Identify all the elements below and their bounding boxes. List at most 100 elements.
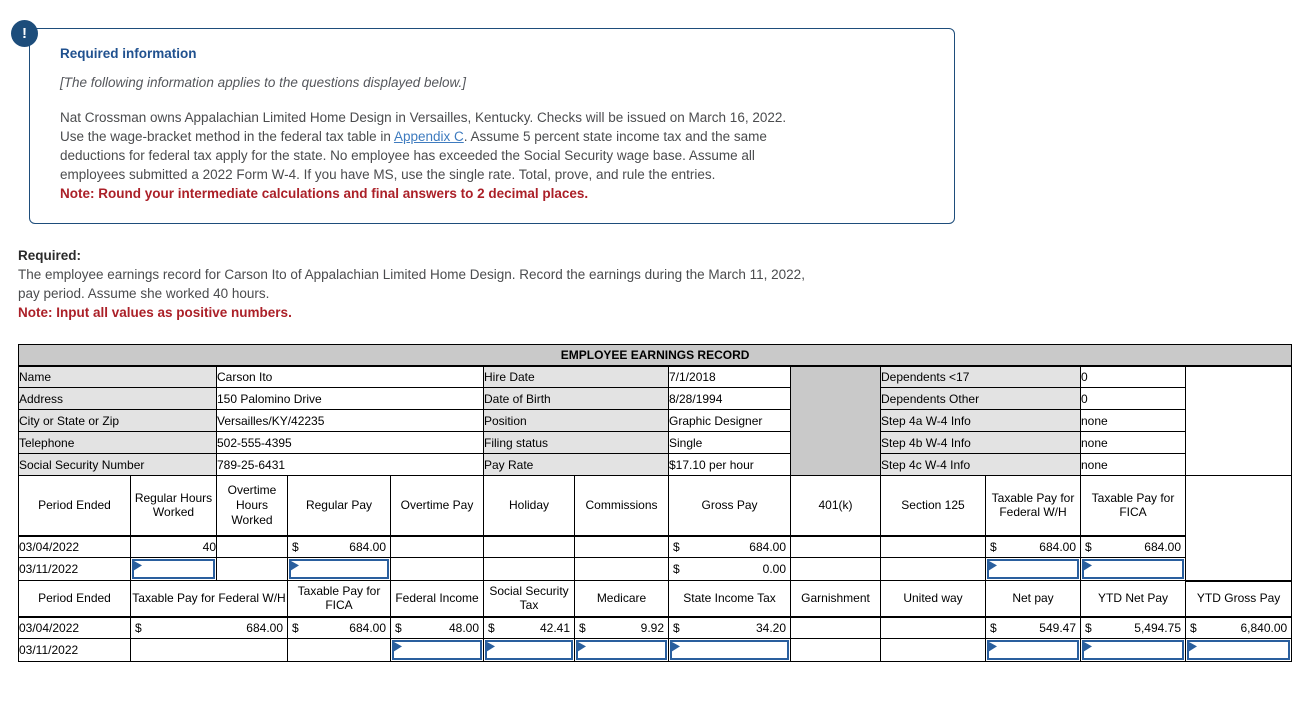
input-cell[interactable] [1080, 638, 1186, 662]
empty-cell [880, 557, 986, 581]
required-label: Required: [18, 248, 82, 263]
amount-value: 684.00 [349, 539, 386, 554]
panel-title: Required information [60, 46, 197, 61]
input-cell[interactable] [985, 638, 1081, 662]
amount-cell: $684.00 [130, 616, 288, 639]
table-row: Telephone 502-555-4395 Filing status Single… [18, 431, 1292, 454]
column-header: Taxable Pay for Federal W/H [130, 580, 288, 618]
field-label: Pay Rate [483, 453, 669, 476]
currency-symbol: $ [990, 539, 997, 554]
amount-value: 684.00 [749, 539, 786, 554]
input-cell[interactable] [668, 638, 791, 662]
paragraph-text: Use the wage-bracket method in the feder… [60, 129, 394, 144]
empty-cell [790, 557, 881, 581]
input-box[interactable] [132, 559, 215, 579]
field-value: Graphic Designer [668, 409, 791, 432]
table-title-row: EMPLOYEE EARNINGS RECORD [17, 344, 1293, 367]
input-box[interactable] [1082, 559, 1184, 579]
input-cell[interactable] [985, 557, 1081, 581]
input-cell[interactable] [130, 557, 217, 581]
note-text: Note: Input all values as positive numbe… [18, 305, 292, 320]
table-row: Period Ended Taxable Pay for Federal W/H T… [18, 580, 1293, 618]
column-header: Social Security Tax [483, 580, 575, 618]
table-row: 03/11/2022 [18, 638, 1293, 662]
field-value: Versailles/KY/42235 [216, 409, 484, 432]
input-box[interactable] [670, 640, 789, 660]
field-label: Step 4b W-4 Info [880, 431, 1081, 454]
panel-subtitle: [The following information applies to th… [60, 75, 466, 90]
alert-icon: ! [11, 20, 38, 47]
input-box[interactable] [392, 640, 482, 660]
input-box[interactable] [485, 640, 573, 660]
empty-cell [880, 616, 986, 639]
input-cell[interactable] [287, 557, 391, 581]
empty-cell [390, 557, 484, 581]
paragraph-line: Use the wage-bracket method in the feder… [60, 127, 924, 146]
note-text: Note: Round your intermediate calculatio… [60, 186, 589, 201]
field-value: 7/1/2018 [668, 365, 791, 388]
input-cell[interactable] [1184, 638, 1293, 662]
input-flag-icon [394, 642, 402, 652]
field-value: none [1080, 409, 1186, 432]
input-box[interactable] [289, 559, 389, 579]
column-header: Section 125 [880, 475, 986, 537]
empty-cell [287, 638, 391, 662]
column-header: 401(k) [790, 475, 881, 537]
field-label: Step 4a W-4 Info [880, 409, 1081, 432]
table-row: Address 150 Palomino Drive Date of Birth 8/… [18, 387, 1292, 410]
empty-cell [483, 535, 575, 558]
empty-cell [880, 535, 986, 558]
field-value: none [1080, 431, 1186, 454]
amount-cell: $48.00 [390, 616, 484, 639]
currency-symbol: $ [673, 562, 680, 576]
input-box[interactable] [987, 559, 1079, 579]
amount-cell: $684.00 [287, 616, 391, 639]
appendix-link[interactable]: Appendix C [394, 129, 464, 144]
input-flag-icon [1189, 642, 1197, 652]
input-box[interactable] [1082, 640, 1184, 660]
column-header: Net pay [985, 580, 1081, 618]
field-label: Dependents Other [880, 387, 1081, 410]
empty-cell [1184, 365, 1293, 476]
amount-cell: $42.41 [483, 616, 575, 639]
table-row: Name Carson Ito Hire Date 7/1/2018 Dependent… [18, 365, 1293, 476]
input-cell[interactable] [574, 638, 669, 662]
input-box[interactable] [576, 640, 667, 660]
table-row: 03/11/2022 $0.00 [18, 557, 1292, 581]
amount-value: 48.00 [448, 620, 479, 635]
period-date-cell: 03/04/2022 [18, 535, 131, 558]
table-row: City or State or Zip Versailles/KY/42235 P… [18, 409, 1292, 432]
input-flag-icon [1084, 642, 1092, 652]
panel-paragraph: Nat Crossman owns Appalachian Limited Ho… [60, 108, 924, 203]
input-cell[interactable] [483, 638, 575, 662]
input-cell[interactable] [1080, 557, 1186, 581]
column-header: Federal Income [390, 580, 484, 618]
currency-symbol: $ [990, 620, 997, 635]
empty-cell [483, 557, 575, 581]
required-block: Required: The employee earnings record f… [18, 246, 1313, 322]
paragraph-line: employees submitted a 2022 Form W-4. If … [60, 167, 716, 182]
currency-symbol: $ [673, 539, 680, 554]
currency-symbol: $ [1085, 539, 1092, 554]
paragraph-text: . Assume 5 percent state income tax and … [463, 129, 767, 144]
input-flag-icon [672, 642, 680, 652]
table-title: EMPLOYEE EARNINGS RECORD [17, 344, 1293, 367]
required-information-panel: ! Required information [The following in… [11, 20, 955, 224]
input-cell[interactable] [390, 638, 484, 662]
column-header: Period Ended [18, 580, 131, 618]
input-box[interactable] [1187, 640, 1291, 660]
field-value: 0 [1080, 387, 1186, 410]
currency-symbol: $ [673, 620, 680, 635]
input-box[interactable] [987, 640, 1079, 660]
field-value: $17.10 per hour [668, 453, 791, 476]
input-flag-icon [134, 561, 142, 571]
paragraph-line: Nat Crossman owns Appalachian Limited Ho… [60, 110, 787, 125]
field-value: Single [668, 431, 791, 454]
input-flag-icon [989, 642, 997, 652]
empty-cell [130, 638, 288, 662]
field-value: none [1080, 453, 1186, 476]
field-value: 0 [1080, 365, 1186, 388]
empty-cell [880, 638, 986, 662]
amount-cell: $684.00 [985, 535, 1081, 558]
column-header: Taxable Pay for FICA [1080, 475, 1186, 537]
